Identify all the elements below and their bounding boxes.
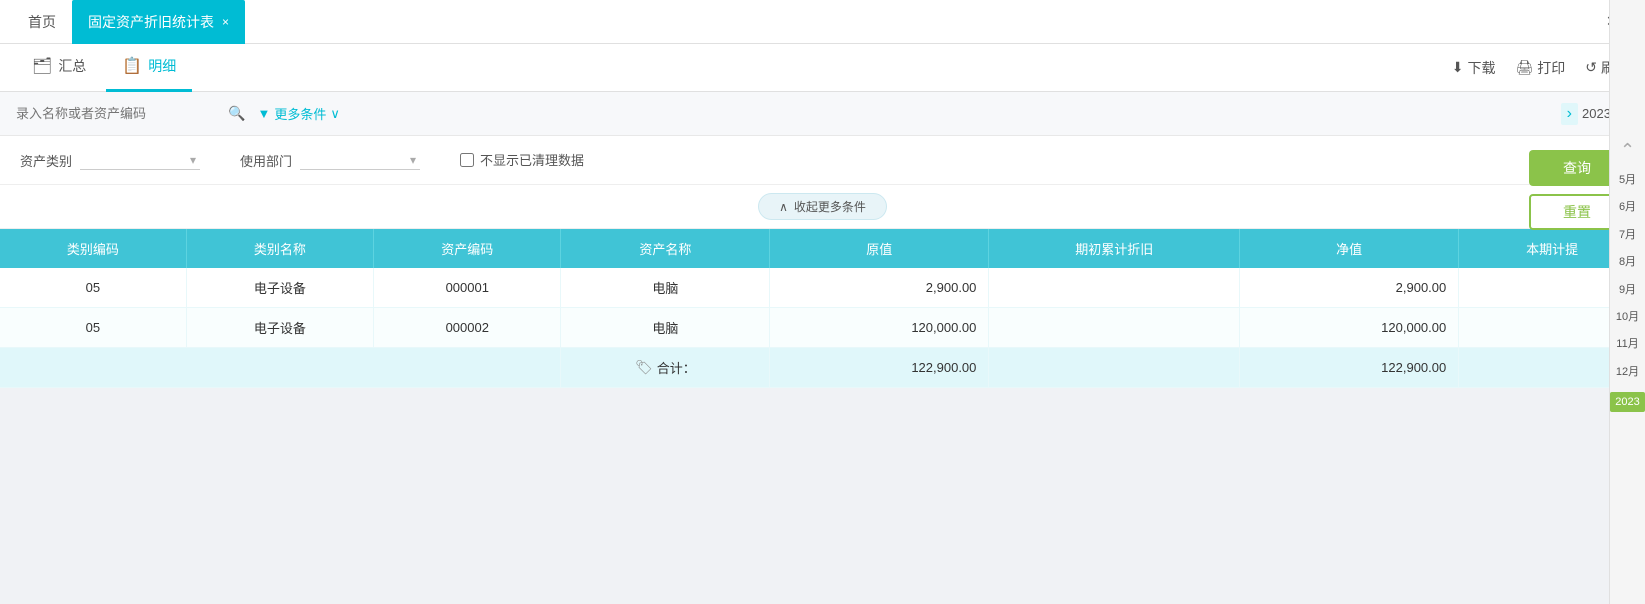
collapse-chevron-icon: ∧ — [779, 200, 788, 214]
tab-summary-label: 汇总 — [58, 56, 86, 76]
date-nav-arrow[interactable]: › — [1561, 103, 1578, 125]
print-label: 打印 — [1537, 58, 1565, 78]
tab-summary[interactable]: 🗂 汇总 — [16, 44, 102, 92]
cell-original-value: 2,900.00 — [770, 268, 989, 308]
search-bar: 🔍 ▼ 更多条件 ∨ › 2023.01 — [0, 92, 1645, 136]
filter-area: 资产类别 使用部门 不显示已清理数据 查询 重置 — [0, 136, 1645, 185]
more-conditions-label: 更多条件 — [274, 104, 326, 123]
download-icon: ⬇ — [1452, 59, 1464, 76]
asset-category-select-wrap — [80, 150, 200, 170]
department-filter: 使用部门 — [240, 150, 420, 170]
hide-cleared-checkbox[interactable] — [460, 153, 474, 167]
nav-tab[interactable]: 固定资产折旧统计表 × — [72, 0, 245, 44]
sidebar-year[interactable]: 2023 — [1610, 392, 1645, 412]
table-header-row: 类别编码 类别名称 资产编码 资产名称 原值 期初累计折旧 净值 本期计提 — [0, 229, 1645, 268]
toolbar-tabs: 🗂 汇总 📋 明细 — [16, 44, 192, 92]
table-row: 05 电子设备 000002 电脑 120,000.00 120,000.00 — [0, 308, 1645, 348]
total-label: 🏷 合计： — [561, 348, 770, 388]
sidebar-months: 5月6月7月8月9月10月11月12月 — [1616, 167, 1639, 386]
collapse-button[interactable]: ∧ 收起更多条件 — [758, 193, 887, 220]
download-label: 下载 — [1467, 58, 1495, 78]
cell-category-name: 电子设备 — [186, 268, 373, 308]
more-conditions-button[interactable]: ▼ 更多条件 ∨ — [257, 104, 339, 123]
total-accumulated-dep — [989, 348, 1240, 388]
department-select-wrap — [300, 150, 420, 170]
sidebar-month-item[interactable]: 12月 — [1616, 359, 1639, 386]
col-header-accumulated-dep: 期初累计折旧 — [989, 229, 1240, 268]
cell-category-name: 电子设备 — [186, 308, 373, 348]
sidebar-month-item[interactable]: 8月 — [1616, 249, 1639, 276]
sidebar-month-item[interactable]: 9月 — [1616, 277, 1639, 304]
cell-asset-name: 电脑 — [561, 268, 770, 308]
cell-asset-code: 000001 — [374, 268, 561, 308]
cell-net-value: 120,000.00 — [1240, 308, 1459, 348]
print-icon: 🖨 — [1515, 59, 1533, 76]
col-header-original-value: 原值 — [770, 229, 989, 268]
sidebar-month-item[interactable]: 7月 — [1616, 222, 1639, 249]
sidebar-month-item[interactable]: 11月 — [1616, 331, 1639, 358]
filter-icon: ▼ — [257, 106, 270, 121]
col-header-category-name: 类别名称 — [186, 229, 373, 268]
cell-accumulated-dep — [989, 308, 1240, 348]
toolbar: 🗂 汇总 📋 明细 ⬇ 下载 🖨 打印 ↺ 刷新 — [0, 44, 1645, 92]
chevron-down-icon: ∨ — [330, 106, 340, 122]
collapse-label: 收起更多条件 — [794, 198, 866, 215]
cell-category-code: 05 — [0, 268, 186, 308]
cell-asset-code: 000002 — [374, 308, 561, 348]
refresh-icon: ↺ — [1585, 59, 1597, 76]
download-button[interactable]: ⬇ 下载 — [1452, 58, 1496, 78]
nav-tab-close[interactable]: × — [222, 15, 229, 29]
detail-icon: 📋 — [122, 56, 142, 76]
collapse-bar: ∧ 收起更多条件 — [0, 185, 1645, 229]
total-label-cell — [0, 348, 561, 388]
top-nav: 首页 固定资产折旧统计表 × × — [0, 0, 1645, 44]
sidebar-month-item[interactable]: 6月 — [1616, 194, 1639, 221]
col-header-asset-name: 资产名称 — [561, 229, 770, 268]
col-header-asset-code: 资产编码 — [374, 229, 561, 268]
col-header-category-code: 类别编码 — [0, 229, 186, 268]
nav-tab-label: 固定资产折旧统计表 — [88, 12, 214, 32]
department-select[interactable] — [300, 150, 420, 170]
hide-cleared-label: 不显示已清理数据 — [480, 150, 584, 169]
total-net-value: 122,900.00 — [1240, 348, 1459, 388]
total-original-value: 122,900.00 — [770, 348, 989, 388]
total-icon: 🏷 — [635, 359, 653, 376]
asset-table: 类别编码 类别名称 资产编码 资产名称 原值 期初累计折旧 净值 本期计提 05… — [0, 229, 1645, 388]
total-text: 合计： — [657, 358, 696, 377]
hide-cleared-group: 不显示已清理数据 — [460, 150, 584, 169]
right-sidebar: ⌃ 5月6月7月8月9月10月11月12月 2023 — [1609, 0, 1645, 604]
asset-category-filter: 资产类别 — [20, 150, 200, 170]
nav-home[interactable]: 首页 — [12, 0, 72, 44]
print-button[interactable]: 🖨 打印 — [1515, 58, 1565, 78]
cell-net-value: 2,900.00 — [1240, 268, 1459, 308]
search-icon: 🔍 — [228, 105, 245, 122]
total-row: 🏷 合计： 122,900.00 122,900.00 — [0, 348, 1645, 388]
toolbar-actions: ⬇ 下载 🖨 打印 ↺ 刷新 — [1452, 58, 1629, 78]
summary-icon: 🗂 — [32, 56, 52, 76]
cell-accumulated-dep — [989, 268, 1240, 308]
cell-asset-name: 电脑 — [561, 308, 770, 348]
tab-detail-label: 明细 — [148, 56, 176, 76]
search-input[interactable] — [16, 106, 216, 121]
asset-category-label: 资产类别 — [20, 151, 72, 170]
asset-category-select[interactable] — [80, 150, 200, 170]
col-header-net-value: 净值 — [1240, 229, 1459, 268]
sidebar-up-arrow[interactable]: ⌃ — [1620, 140, 1635, 161]
sidebar-month-item[interactable]: 5月 — [1616, 167, 1639, 194]
sidebar-month-item[interactable]: 10月 — [1616, 304, 1639, 331]
department-label: 使用部门 — [240, 151, 292, 170]
table-row: 05 电子设备 000001 电脑 2,900.00 2,900.00 — [0, 268, 1645, 308]
cell-category-code: 05 — [0, 308, 186, 348]
tab-detail[interactable]: 📋 明细 — [106, 44, 192, 92]
cell-original-value: 120,000.00 — [770, 308, 989, 348]
table-container: 类别编码 类别名称 资产编码 资产名称 原值 期初累计折旧 净值 本期计提 05… — [0, 229, 1645, 388]
